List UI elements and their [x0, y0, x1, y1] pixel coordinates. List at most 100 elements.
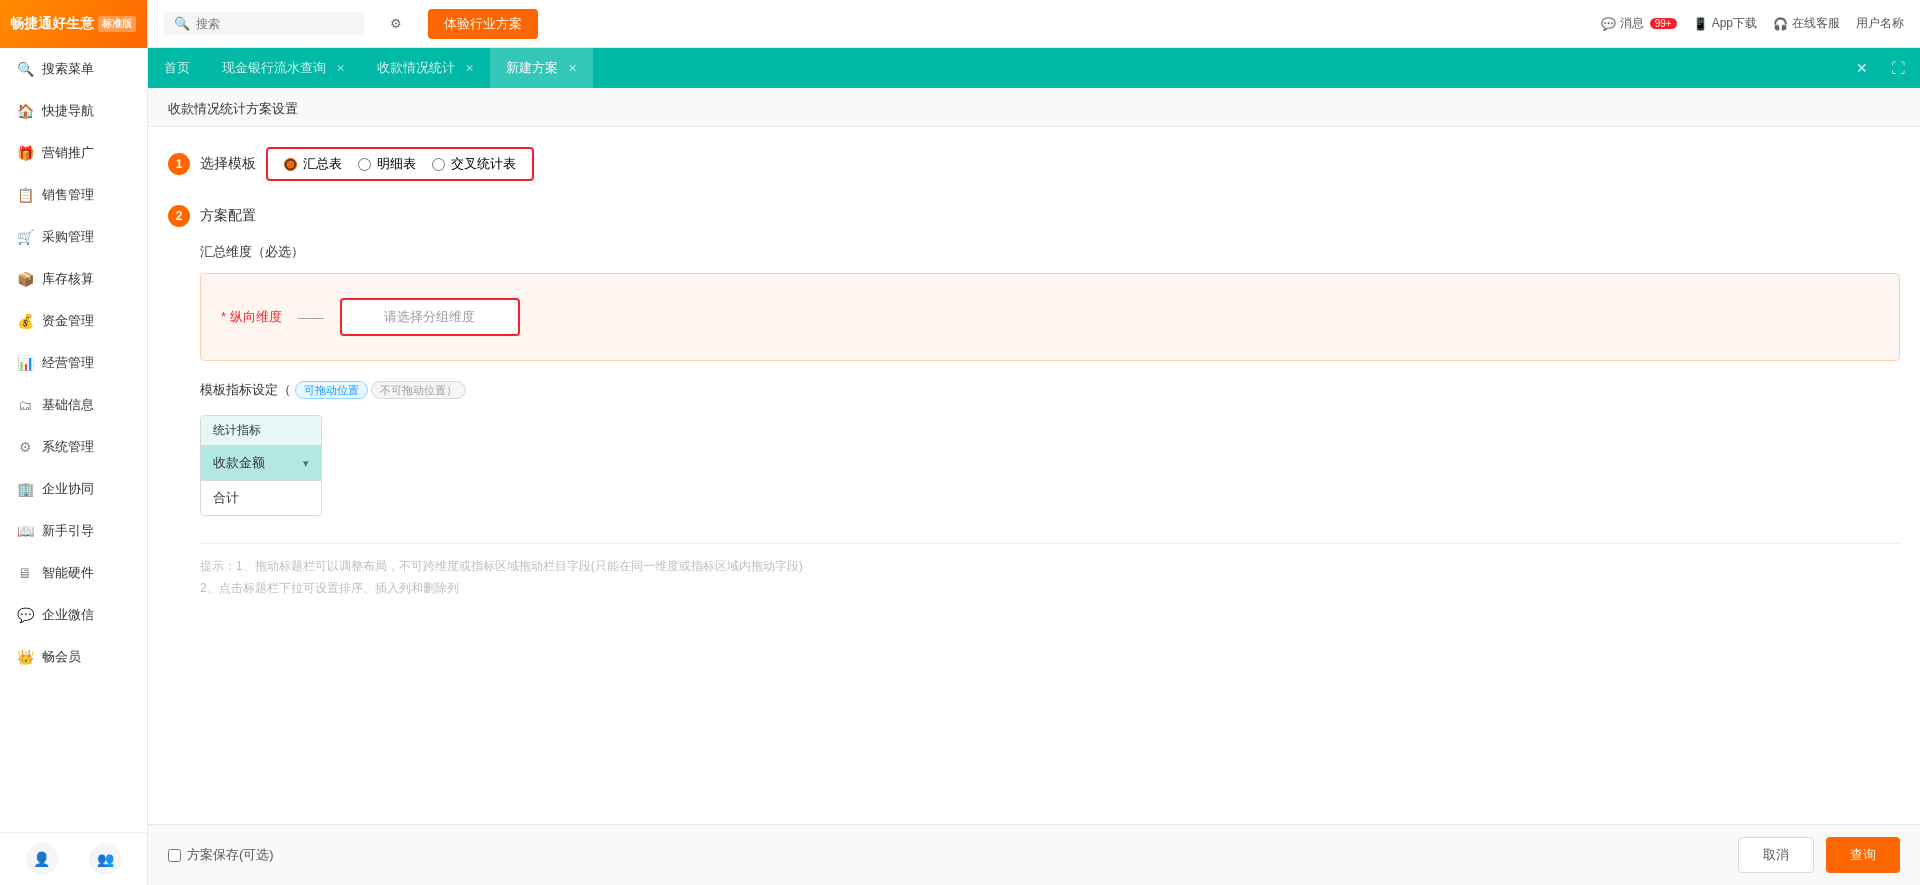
query-button[interactable]: 查询	[1826, 837, 1900, 873]
sidebar-item-hardware[interactable]: 🖥 智能硬件	[0, 552, 147, 594]
metrics-header-text: 模板指标设定（ 可拖动位置 不可拖动位置）	[200, 381, 466, 399]
tab-bank-flow-label: 现金银行流水查询	[222, 59, 326, 77]
sidebar-item-marketing[interactable]: 🎁 营销推广	[0, 132, 147, 174]
app-name: 畅捷通好生意	[10, 15, 94, 33]
search-icon: 🔍	[174, 16, 190, 31]
sidebar-item-label: 快捷导航	[42, 102, 94, 120]
metrics-cell-amount[interactable]: 收款金额 ▾	[201, 445, 321, 480]
no-drag-badge: 不可拖动位置）	[371, 381, 466, 399]
sidebar-item-inventory[interactable]: 📦 库存核算	[0, 258, 147, 300]
tips-prefix: 提示：	[200, 559, 236, 573]
sidebar-item-label: 销售管理	[42, 186, 94, 204]
metrics-header: 模板指标设定（ 可拖动位置 不可拖动位置）	[200, 381, 1900, 399]
sidebar-item-label: 基础信息	[42, 396, 94, 414]
cart-icon: 🛒	[16, 228, 34, 246]
sidebar-item-label: 资金管理	[42, 312, 94, 330]
sales-icon: 📋	[16, 186, 34, 204]
arrow-icon: ——	[298, 310, 324, 325]
tab-bank-flow[interactable]: 现金银行流水查询 ✕	[206, 48, 361, 88]
tab-new-plan-label: 新建方案	[506, 59, 558, 77]
sidebar-item-member[interactable]: 👑 畅会员	[0, 636, 147, 678]
step1-section: 1 选择模板 汇总表 明细表 交叉统计表	[168, 147, 1900, 181]
user-avatar-1[interactable]: 👤	[26, 843, 58, 875]
sidebar-item-quick-nav[interactable]: 🏠 快捷导航	[0, 90, 147, 132]
building-icon: 🏢	[16, 480, 34, 498]
sidebar-item-guide[interactable]: 📖 新手引导	[0, 510, 147, 552]
settings-button[interactable]: ⚙	[380, 8, 412, 40]
page-title: 收款情况统计方案设置	[148, 88, 1920, 127]
tab-close-all[interactable]: ✕	[1848, 54, 1876, 82]
metrics-table: 统计指标 收款金额 ▾ 合计	[200, 415, 322, 516]
radio-detail[interactable]: 明细表	[358, 155, 416, 173]
metrics-dropdown-icon[interactable]: ▾	[303, 457, 309, 470]
tab-home[interactable]: 首页	[148, 48, 206, 88]
app-version: 标准版	[98, 16, 136, 32]
search-input[interactable]	[196, 17, 336, 31]
sidebar-item-sales[interactable]: 📋 销售管理	[0, 174, 147, 216]
dimension-row: * 纵向维度 —— 请选择分组维度	[221, 298, 1879, 336]
save-label: 方案保存(可选)	[187, 846, 274, 864]
sidebar-item-system[interactable]: ⚙ 系统管理	[0, 426, 147, 468]
metrics-section: 模板指标设定（ 可拖动位置 不可拖动位置） 统计指标 收款金额	[200, 381, 1900, 519]
sidebar-item-label: 系统管理	[42, 438, 94, 456]
sidebar-item-label: 畅会员	[42, 648, 81, 666]
sidebar-bottom: 👤 👥	[0, 832, 147, 885]
app-logo: 畅捷通好生意 标准版	[0, 0, 147, 48]
search-box[interactable]: 🔍	[164, 12, 364, 35]
sidebar-item-label: 库存核算	[42, 270, 94, 288]
tab-new-plan[interactable]: 新建方案 ✕	[490, 48, 593, 88]
dimension-section-label: 汇总维度（必选）	[200, 243, 1900, 261]
main-area: 🔍 ⚙ 体验行业方案 💬 消息 99+ 📱 App下载 🎧 在线客服 用户名称	[148, 0, 1920, 885]
sidebar-item-base-info[interactable]: 🗂 基础信息	[0, 384, 147, 426]
radio-summary-input[interactable]	[284, 158, 297, 171]
sidebar-item-company[interactable]: 🏢 企业协同	[0, 468, 147, 510]
tab-expand[interactable]: ⛶	[1884, 54, 1912, 82]
user-avatar-2[interactable]: 👥	[89, 843, 121, 875]
tips-text-2: 2、点击标题栏下拉可设置排序、插入列和删除列	[200, 578, 1900, 600]
sidebar-item-label: 企业协同	[42, 480, 94, 498]
radio-summary[interactable]: 汇总表	[284, 155, 342, 173]
sidebar-item-label: 采购管理	[42, 228, 94, 246]
dimension-selector[interactable]: 请选择分组维度	[340, 298, 520, 336]
sidebar-item-operation[interactable]: 📊 经营管理	[0, 342, 147, 384]
template-options-box: 汇总表 明细表 交叉统计表	[266, 147, 534, 181]
sidebar-item-label: 新手引导	[42, 522, 94, 540]
header: 🔍 ⚙ 体验行业方案 💬 消息 99+ 📱 App下载 🎧 在线客服 用户名称	[148, 0, 1920, 48]
sidebar-item-finance[interactable]: 💰 资金管理	[0, 300, 147, 342]
dimension-area: * 纵向维度 —— 请选择分组维度	[200, 273, 1900, 361]
service-button[interactable]: 🎧 在线客服	[1773, 15, 1840, 32]
try-industry-button[interactable]: 体验行业方案	[428, 9, 538, 39]
sidebar: 畅捷通好生意 标准版 🔍 搜索菜单 🏠 快捷导航 🎁 营销推广 📋 销售管理 🛒…	[0, 0, 148, 885]
save-checkbox-label[interactable]: 方案保存(可选)	[168, 846, 274, 864]
sidebar-item-wechat[interactable]: 💬 企业微信	[0, 594, 147, 636]
message-badge: 99+	[1650, 18, 1677, 29]
message-icon: 💬	[1601, 17, 1616, 31]
sidebar-item-search[interactable]: 🔍 搜索菜单	[0, 48, 147, 90]
sidebar-item-purchase[interactable]: 🛒 采购管理	[0, 216, 147, 258]
sidebar-item-label: 经营管理	[42, 354, 94, 372]
tab-collect-stats[interactable]: 收款情况统计 ✕	[361, 48, 490, 88]
save-checkbox[interactable]	[168, 849, 181, 862]
monitor-icon: 🖥	[16, 564, 34, 582]
download-button[interactable]: 📱 App下载	[1693, 15, 1757, 32]
message-button[interactable]: 💬 消息 99+	[1601, 15, 1677, 32]
radio-detail-label: 明细表	[377, 155, 416, 173]
vertical-dimension-label: * 纵向维度	[221, 308, 282, 326]
radio-cross[interactable]: 交叉统计表	[432, 155, 516, 173]
metrics-table-section-label: 统计指标	[201, 416, 321, 445]
step2-header: 2 方案配置	[168, 205, 1900, 227]
sidebar-item-label: 企业微信	[42, 606, 94, 624]
radio-cross-input[interactable]	[432, 158, 445, 171]
cancel-button[interactable]: 取消	[1738, 837, 1814, 873]
tab-bar-right: ✕ ⛶	[1848, 54, 1920, 82]
tab-bank-flow-close[interactable]: ✕	[336, 62, 345, 75]
tab-bar: 首页 现金银行流水查询 ✕ 收款情况统计 ✕ 新建方案 ✕ ✕ ⛶	[148, 48, 1920, 88]
user-info[interactable]: 用户名称	[1856, 15, 1904, 32]
gift-icon: 🎁	[16, 144, 34, 162]
message-label: 消息	[1620, 15, 1644, 32]
tab-collect-stats-close[interactable]: ✕	[465, 62, 474, 75]
radio-detail-input[interactable]	[358, 158, 371, 171]
tab-new-plan-close[interactable]: ✕	[568, 62, 577, 75]
sidebar-item-label: 智能硬件	[42, 564, 94, 582]
book-icon: 📖	[16, 522, 34, 540]
